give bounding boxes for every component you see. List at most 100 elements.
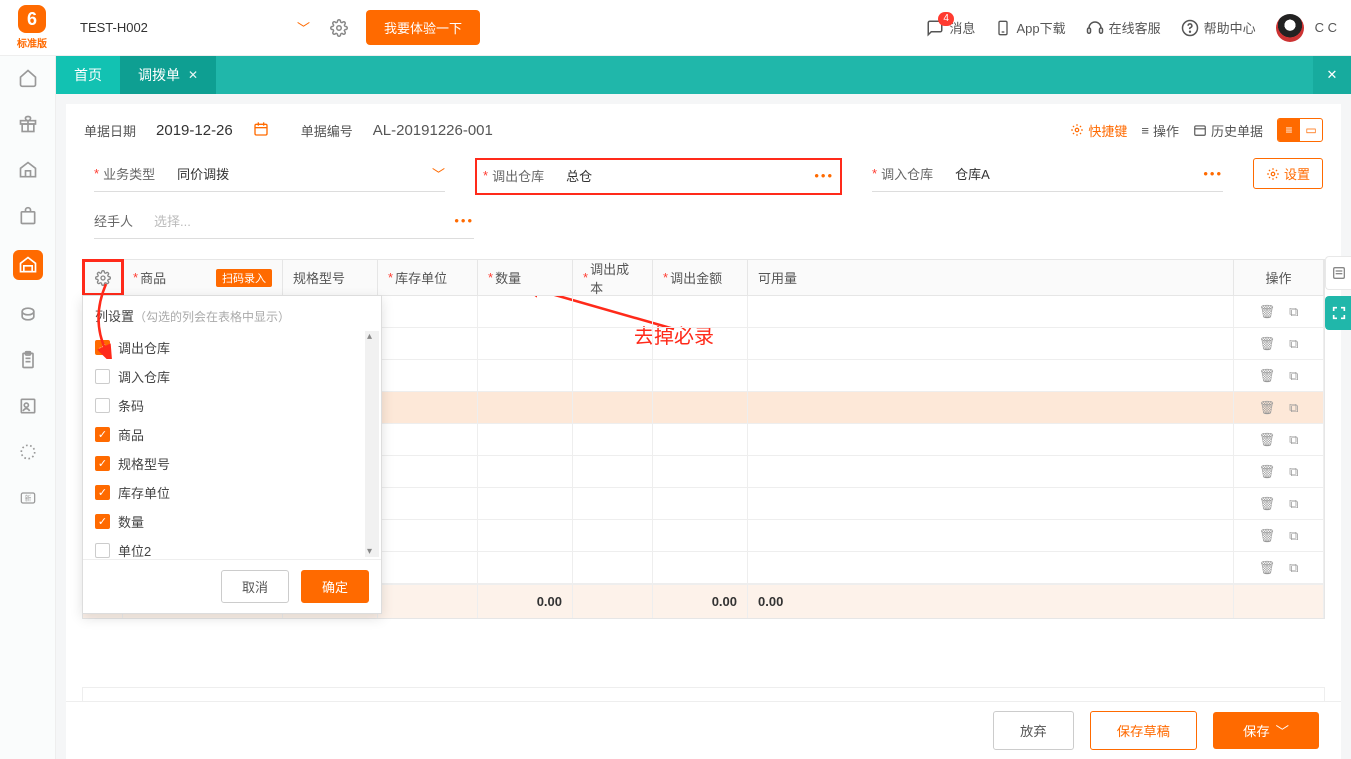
colset-option[interactable]: ✓商品 bbox=[95, 420, 377, 449]
colset-option[interactable]: ✓数量 bbox=[95, 507, 377, 536]
customer-service-button[interactable]: 在线客服 bbox=[1086, 18, 1161, 37]
col-avail[interactable]: 可用量 bbox=[748, 260, 1234, 295]
app-header: 6 标准版 TEST-H002 ﹀ 我要体验一下 消息 4 App下载 在线客服… bbox=[0, 0, 1351, 56]
side-panel-toggle[interactable] bbox=[1325, 256, 1351, 290]
colset-option[interactable]: ✓调出仓库 bbox=[95, 333, 377, 362]
rail-gift-icon[interactable] bbox=[16, 112, 40, 136]
col-cost[interactable]: *调出成本 bbox=[573, 260, 653, 295]
colset-option[interactable]: 条码 bbox=[95, 391, 377, 420]
delete-icon[interactable]: 🗑 bbox=[1259, 464, 1276, 480]
customer-service-label: 在线客服 bbox=[1109, 18, 1161, 37]
rail-bag-icon[interactable] bbox=[16, 204, 40, 228]
colset-option[interactable]: ✓规格型号 bbox=[95, 449, 377, 478]
document-sheet: 单据日期 2019-12-26 单据编号 AL-20191226-001 快捷键… bbox=[66, 104, 1341, 759]
colset-list[interactable]: ✓调出仓库调入仓库条码✓商品✓规格型号✓库存单位✓数量单位2 bbox=[83, 329, 381, 559]
copy-icon[interactable]: ⧉ bbox=[1289, 432, 1298, 448]
col-amt[interactable]: *调出金额 bbox=[653, 260, 748, 295]
colset-option[interactable]: 单位2 bbox=[95, 536, 377, 559]
date-value[interactable]: 2019-12-26 bbox=[156, 122, 233, 139]
delete-icon[interactable]: 🗑 bbox=[1259, 528, 1276, 544]
save-button[interactable]: 保存 ﹀ bbox=[1213, 712, 1319, 749]
ops-button[interactable]: ≡ 操作 bbox=[1141, 121, 1179, 140]
messages-button[interactable]: 消息 4 bbox=[926, 18, 975, 37]
tab-home[interactable]: 首页 bbox=[56, 56, 120, 94]
ok-button[interactable]: 确定 bbox=[301, 570, 369, 603]
scan-tag[interactable]: 扫码录入 bbox=[216, 269, 272, 287]
col-product[interactable]: *商品扫码录入 bbox=[123, 260, 283, 295]
tab-label: 调拨单 bbox=[138, 65, 180, 85]
delete-icon[interactable]: 🗑 bbox=[1259, 336, 1276, 352]
close-icon[interactable]: ✕ bbox=[188, 68, 198, 82]
delete-icon[interactable]: 🗑 bbox=[1259, 304, 1276, 320]
grid-header: *商品扫码录入 规格型号 *库存单位 *数量 *调出成本 *调出金额 可用量 操… bbox=[83, 260, 1324, 296]
col-spec[interactable]: 规格型号 bbox=[283, 260, 378, 295]
delete-icon[interactable]: 🗑 bbox=[1259, 432, 1276, 448]
colset-option-label: 调入仓库 bbox=[118, 367, 170, 386]
column-settings-button[interactable] bbox=[83, 260, 123, 295]
fullscreen-toggle[interactable] bbox=[1325, 296, 1351, 330]
copy-icon[interactable]: ⧉ bbox=[1289, 528, 1298, 544]
rail-apps-icon[interactable] bbox=[16, 440, 40, 464]
help-center-button[interactable]: 帮助中心 bbox=[1181, 18, 1256, 37]
checkbox-icon bbox=[95, 369, 110, 384]
rail-contacts-icon[interactable] bbox=[16, 394, 40, 418]
view-list-icon[interactable]: ≡ bbox=[1278, 119, 1300, 141]
no-label: 单据编号 bbox=[301, 121, 353, 140]
more-icon[interactable]: ••• bbox=[814, 168, 834, 183]
app-download-button[interactable]: App下载 bbox=[995, 18, 1065, 37]
view-grid-icon[interactable]: ▭ bbox=[1300, 119, 1322, 141]
chevron-down-icon: ﹀ bbox=[432, 164, 445, 183]
delete-icon[interactable]: 🗑 bbox=[1259, 560, 1276, 576]
view-mode-toggle: ≡ ▭ bbox=[1277, 118, 1323, 142]
delete-icon[interactable]: 🗑 bbox=[1259, 496, 1276, 512]
col-unit[interactable]: *库存单位 bbox=[378, 260, 478, 295]
copy-icon[interactable]: ⧉ bbox=[1289, 304, 1298, 320]
tabs-close-all[interactable]: ✕ bbox=[1313, 56, 1351, 94]
in-warehouse-field[interactable]: *调入仓库 仓库A ••• bbox=[872, 158, 1223, 192]
tab-transfer[interactable]: 调拨单 ✕ bbox=[120, 56, 216, 94]
discard-button[interactable]: 放弃 bbox=[993, 711, 1074, 750]
grid-wrapper: *商品扫码录入 规格型号 *库存单位 *数量 *调出成本 *调出金额 可用量 操… bbox=[82, 259, 1325, 673]
logo-subtitle: 标准版 bbox=[17, 35, 47, 50]
rail-warehouse-icon[interactable] bbox=[13, 250, 43, 280]
settings-button[interactable]: 设置 bbox=[1253, 158, 1323, 189]
trial-button[interactable]: 我要体验一下 bbox=[366, 10, 480, 45]
chevron-down-icon: ﹀ bbox=[297, 18, 310, 37]
org-selector[interactable]: TEST-H002 ﹀ bbox=[70, 11, 320, 45]
checkbox-icon bbox=[95, 398, 110, 413]
shortcut-button[interactable]: 快捷键 bbox=[1070, 121, 1127, 140]
cancel-button[interactable]: 取消 bbox=[221, 570, 289, 603]
copy-icon[interactable]: ⧉ bbox=[1289, 560, 1298, 576]
colset-option[interactable]: ✓库存单位 bbox=[95, 478, 377, 507]
scrollbar[interactable] bbox=[365, 331, 379, 557]
form-row-1: *业务类型 同价调拨 ﹀ *调出仓库 总仓 ••• *调入仓库 仓库A ••• … bbox=[66, 152, 1341, 195]
more-icon[interactable]: ••• bbox=[1203, 166, 1223, 181]
out-warehouse-field[interactable]: *调出仓库 总仓 ••• bbox=[475, 158, 842, 195]
save-draft-button[interactable]: 保存草稿 bbox=[1090, 711, 1197, 750]
more-icon[interactable]: ••• bbox=[454, 213, 474, 228]
settings-icon[interactable] bbox=[330, 19, 348, 37]
doc-header: 单据日期 2019-12-26 单据编号 AL-20191226-001 快捷键… bbox=[66, 104, 1341, 152]
copy-icon[interactable]: ⧉ bbox=[1289, 496, 1298, 512]
calendar-icon[interactable] bbox=[253, 121, 269, 140]
copy-icon[interactable]: ⧉ bbox=[1289, 368, 1298, 384]
delete-icon[interactable]: 🗑 bbox=[1259, 368, 1276, 384]
rail-stock-icon[interactable] bbox=[16, 158, 40, 182]
user-menu[interactable]: C C bbox=[1276, 14, 1337, 42]
history-button[interactable]: 历史单据 bbox=[1193, 121, 1263, 140]
rail-home-icon[interactable] bbox=[16, 66, 40, 90]
copy-icon[interactable]: ⧉ bbox=[1289, 400, 1298, 416]
checkbox-icon: ✓ bbox=[95, 340, 110, 355]
colset-option-label: 数量 bbox=[118, 512, 144, 531]
rail-finance-icon[interactable] bbox=[16, 302, 40, 326]
copy-icon[interactable]: ⧉ bbox=[1289, 336, 1298, 352]
rail-clipboard-icon[interactable] bbox=[16, 348, 40, 372]
rail-new-icon[interactable]: 新 bbox=[16, 486, 40, 510]
col-qty[interactable]: *数量 bbox=[478, 260, 573, 295]
colset-option[interactable]: 调入仓库 bbox=[95, 362, 377, 391]
delete-icon[interactable]: 🗑 bbox=[1259, 400, 1276, 416]
copy-icon[interactable]: ⧉ bbox=[1289, 464, 1298, 480]
handler-field[interactable]: 经手人 选择... ••• bbox=[94, 205, 474, 239]
checkbox-icon bbox=[95, 543, 110, 558]
biz-type-field[interactable]: *业务类型 同价调拨 ﹀ bbox=[94, 158, 445, 192]
